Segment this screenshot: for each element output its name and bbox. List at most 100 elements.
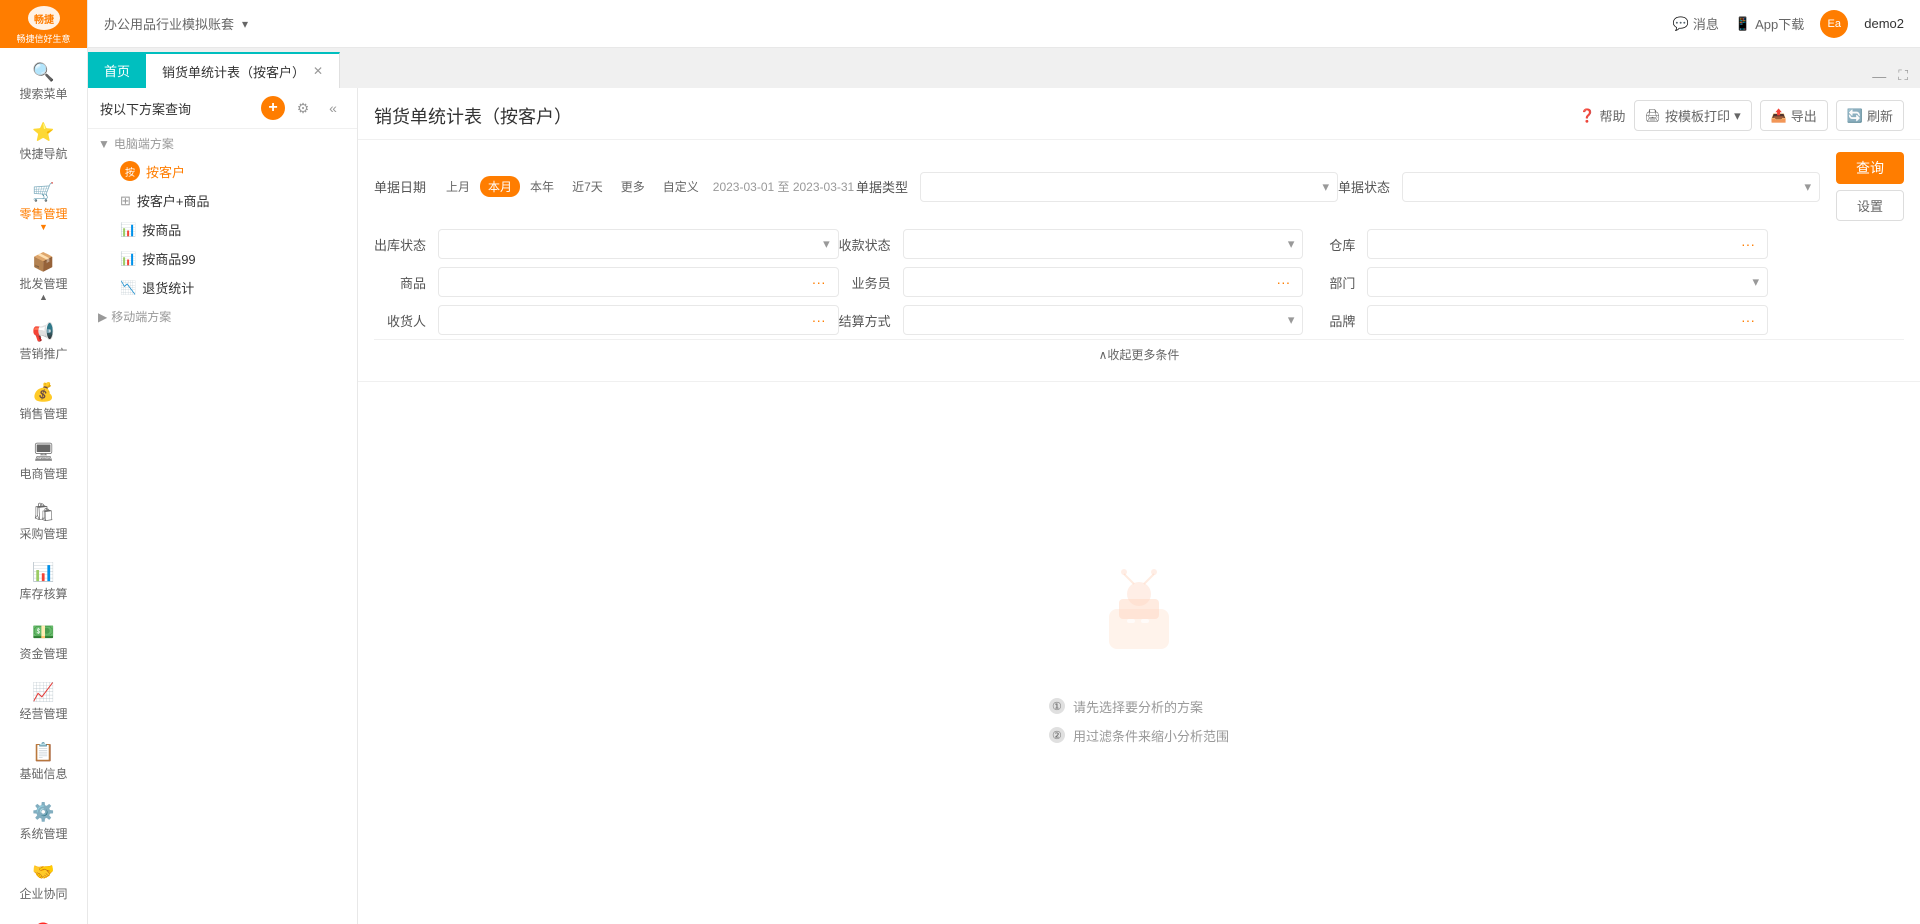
scheme-by-customer-product[interactable]: ⊞ 按客户+商品 [88,186,357,215]
tab-close-icon[interactable]: ✕ [313,64,323,78]
header-left: 办公用品行业模拟账套 ▾ [104,14,248,33]
date-last-month-btn[interactable]: 上月 [438,176,478,197]
sidebar-item-marketing[interactable]: 📢 营销推广 [0,312,87,372]
query-button[interactable]: 查询 [1836,152,1904,184]
scheme-return-stats[interactable]: 📉 退货统计 [88,273,357,302]
sidebar-item-cooperation[interactable]: 🤝 企业协同 [0,852,87,912]
salesperson-dots[interactable]: ··· [1272,274,1294,290]
brand-select[interactable]: ··· [1367,305,1768,335]
date-this-month-btn[interactable]: 本月 [480,176,520,197]
brand-dots[interactable]: ··· [1737,312,1759,328]
bar-chart-icon: 📉 [120,280,136,296]
collapse-bar[interactable]: ∧ 收起更多条件 [374,339,1904,369]
tab-sales-stats[interactable]: 销货单统计表（按客户） ✕ [146,52,340,88]
settlement-dropdown-icon: ▾ [1288,312,1295,328]
department-select[interactable]: ▾ [1367,267,1768,297]
desktop-expand-icon[interactable]: ▼ [98,137,110,151]
sidebar-item-finance[interactable]: 💵 资金管理 [0,612,87,672]
right-panel: 销货单统计表（按客户） ❓ 帮助 🖨 按模板打印 ▾ 📤 导出 [358,88,1920,924]
wholesale-icon: 📦 [32,252,54,273]
mobile-expand-icon[interactable]: ▶ [98,310,107,324]
avatar[interactable]: Ea [1820,10,1848,38]
product-select[interactable]: ··· [438,267,839,297]
sidebar-item-label: 基础信息 [19,765,67,782]
scheme-by-customer-label: 按客户 [146,162,185,181]
sidebar-item-retail[interactable]: 🛒 零售管理 ▼ [0,172,87,242]
out-status-select[interactable]: ▾ [438,229,839,259]
basic-icon: 📋 [32,742,54,763]
sidebar-item-system[interactable]: ⚙️ 系统管理 [0,792,87,852]
sidebar-item-inventory[interactable]: 📊 库存核算 [0,552,87,612]
help-btn[interactable]: ❓ 帮助 [1579,106,1625,125]
sidebar-item-sales[interactable]: 💰 销售管理 [0,372,87,432]
chart2-icon: 📊 [120,251,136,267]
app-download-label: App下载 [1755,14,1804,33]
minimize-icon[interactable]: — [1868,64,1890,88]
sidebar-item-purchase[interactable]: 🛍 采购管理 [0,492,87,552]
inventory-icon: 📊 [32,562,54,583]
warehouse-dots[interactable]: ··· [1737,236,1759,252]
sidebar-item-operations[interactable]: 📈 经营管理 [0,672,87,732]
page-title: 销货单统计表（按客户） [374,103,572,129]
collapse-panel-btn[interactable]: « [321,96,345,120]
hint2-num: ② [1049,727,1065,743]
header-title: 办公用品行业模拟账套 [104,14,234,33]
warehouse-select[interactable]: ··· [1367,229,1768,259]
sidebar: 畅捷 畅捷信好生意 🔍 搜索菜单 ⭐ 快捷导航 🛒 零售管理 ▼ 📦 批发管理 … [0,0,88,924]
sidebar-item-label: 经营管理 [19,705,67,722]
date-range-text: 2023-03-01 至 2023-03-31 [713,178,854,195]
date-more-btn[interactable]: 更多 [613,176,653,197]
out-status-dropdown-icon: ▾ [823,236,830,252]
message-label: 消息 [1693,14,1719,33]
payment-status-select[interactable]: ▾ [903,229,1304,259]
main-area: 办公用品行业模拟账套 ▾ 💬 消息 📱 App下载 Ea demo2 首页 销货… [88,0,1920,924]
header-dropdown-icon[interactable]: ▾ [242,17,248,31]
left-panel-header: 按以下方案查询 + ⚙ « [88,88,357,129]
page-actions-group: ❓ 帮助 🖨 按模板打印 ▾ 📤 导出 🔄 刷新 [1579,100,1904,131]
hint1-text: 请先选择要分析的方案 [1073,697,1203,716]
scheme-return-stats-label: 退货统计 [142,278,194,297]
sidebar-item-label: 系统管理 [19,825,67,842]
mobile-section-label: 移动端方案 [111,308,171,325]
sidebar-item-newguide[interactable]: 🎯 新手引导 [0,912,87,924]
date-last7-btn[interactable]: 近7天 [564,176,611,197]
template-print-btn[interactable]: 🖨 按模板打印 ▾ [1634,100,1752,131]
message-btn[interactable]: 💬 消息 [1673,14,1719,33]
filter-area: 单据日期 上月 本月 本年 近7天 更多 自定义 2023-03-01 至 20… [358,140,1920,382]
left-panel-title: 按以下方案查询 [100,99,191,118]
tab-home[interactable]: 首页 [88,52,146,88]
recipient-select[interactable]: ··· [438,305,839,335]
settings-button[interactable]: 设置 [1836,190,1904,221]
date-custom-btn[interactable]: 自定义 [655,176,707,197]
mobile-section: ▶ 移动端方案 [88,302,357,329]
desktop-section: ▼ 电脑端方案 [88,129,357,156]
svg-text:畅捷: 畅捷 [34,13,55,26]
sidebar-item-basic[interactable]: 📋 基础信息 [0,732,87,792]
message-icon: 💬 [1673,16,1689,32]
recipient-dots[interactable]: ··· [808,312,830,328]
settlement-select[interactable]: ▾ [903,305,1304,335]
department-label: 部门 [1303,273,1359,292]
salesperson-select[interactable]: ··· [903,267,1304,297]
sidebar-item-ecommerce[interactable]: 🖥 电商管理 [0,432,87,492]
export-icon: 📤 [1771,108,1787,124]
scheme-by-product99[interactable]: 📊 按商品99 [88,244,357,273]
product-dots[interactable]: ··· [808,274,830,290]
add-scheme-btn[interactable]: + [261,96,285,120]
refresh-btn[interactable]: 🔄 刷新 [1836,100,1904,131]
sidebar-item-wholesale[interactable]: 📦 批发管理 ▲ [0,242,87,312]
scheme-settings-btn[interactable]: ⚙ [291,96,315,120]
sidebar-item-label: 搜索菜单 [19,85,67,102]
sidebar-item-quick[interactable]: ⭐ 快捷导航 [0,112,87,172]
sidebar-item-label: 批发管理 [19,275,67,292]
export-btn[interactable]: 📤 导出 [1760,100,1828,131]
app-download-btn[interactable]: 📱 App下载 [1735,14,1804,33]
scheme-by-customer[interactable]: 按 按客户 [88,156,357,186]
scheme-by-product[interactable]: 📊 按商品 [88,215,357,244]
empty-illustration [1079,559,1199,678]
doc-type-select[interactable]: ▾ [920,172,1338,202]
date-this-year-btn[interactable]: 本年 [522,176,562,197]
sidebar-item-search[interactable]: 🔍 搜索菜单 [0,52,87,112]
doc-status-select[interactable]: ▾ [1402,172,1820,202]
fullscreen-icon[interactable]: ⛶ [1894,63,1912,88]
